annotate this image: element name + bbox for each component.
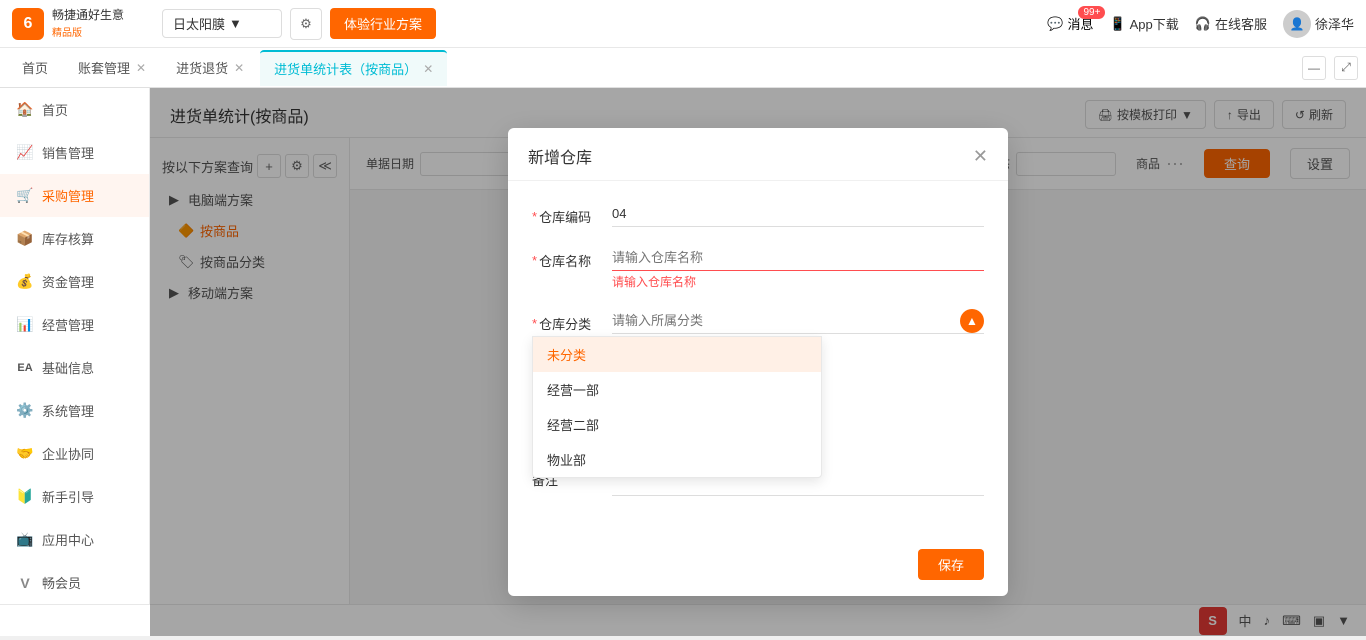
category-control: ▲ 未分类 经营一部 经营二部 物业部 xyxy=(612,308,984,334)
chevron-down-icon: ▼ xyxy=(229,16,242,31)
add-warehouse-modal: 新增仓库 ✕ * 仓库编码 xyxy=(508,128,1008,596)
dropdown-option-dept1[interactable]: 经营一部 xyxy=(533,372,821,407)
operations-icon: 📊 xyxy=(16,316,34,334)
tab-minimize-button[interactable]: — xyxy=(1302,56,1326,80)
tab-purchase-stats[interactable]: 进货单统计表（按商品） ✕ xyxy=(260,50,447,86)
store-selector[interactable]: 日太阳膜 ▼ xyxy=(162,9,282,38)
logo-area: 6 畅捷通好生意 精品版 xyxy=(12,8,162,40)
header-right: 💬 消息 99+ 📱 App下载 🎧 在线客服 👤 徐泽华 xyxy=(1047,10,1354,38)
settings-button[interactable]: ⚙ xyxy=(290,8,322,40)
modal-body: * 仓库编码 * 仓库名称 xyxy=(508,181,1008,537)
sidebar-item-guide[interactable]: 🔰 新手引导 xyxy=(0,475,149,518)
sidebar-item-membership[interactable]: V 畅会员 xyxy=(0,561,149,604)
code-field-row: * 仓库编码 xyxy=(532,201,984,227)
app-download-button[interactable]: 📱 App下载 xyxy=(1109,14,1178,33)
basic-info-icon: EA xyxy=(16,359,34,377)
avatar: 👤 xyxy=(1283,10,1311,38)
guide-icon: 🔰 xyxy=(16,488,34,506)
app-center-icon: 📺 xyxy=(16,531,34,549)
name-field-row: * 仓库名称 请输入仓库名称 xyxy=(532,245,984,290)
category-dropdown-list: 未分类 经营一部 经营二部 物业部 xyxy=(532,336,822,478)
name-label: * 仓库名称 xyxy=(532,245,612,270)
sidebar-item-basic-info[interactable]: EA 基础信息 xyxy=(0,346,149,389)
user-area[interactable]: 👤 徐泽华 xyxy=(1283,10,1354,38)
sidebar-item-system[interactable]: ⚙️ 系统管理 xyxy=(0,389,149,432)
sidebar-item-finance[interactable]: 💰 资金管理 xyxy=(0,260,149,303)
save-button[interactable]: 保存 xyxy=(918,549,984,580)
code-input[interactable] xyxy=(612,201,984,227)
sidebar-item-enterprise[interactable]: 🤝 企业协同 xyxy=(0,432,149,475)
content-area: 进货单统计(按商品) 🖨 按模板打印 ▼ ↑ 导出 ↺ 刷新 按以下方案查询 xyxy=(150,88,1366,636)
modal-title: 新增仓库 xyxy=(528,144,592,168)
logo-icon: 6 xyxy=(12,8,44,40)
modal-close-button[interactable]: ✕ xyxy=(973,146,988,167)
logo-sub: 精品版 xyxy=(52,24,124,39)
tab-accounts[interactable]: 账套管理 ✕ xyxy=(64,50,160,86)
tab-bar: 首页 账套管理 ✕ 进货退货 ✕ 进货单统计表（按商品） ✕ — ⤢ xyxy=(0,48,1366,88)
category-label: * 仓库分类 xyxy=(532,308,612,333)
tab-expand-button[interactable]: ⤢ xyxy=(1334,56,1358,80)
modal-overlay[interactable]: 新增仓库 ✕ * 仓库编码 xyxy=(150,88,1366,636)
sidebar: 🏠 首页 📈 销售管理 🛒 采购管理 📦 库存核算 💰 资金管理 📊 经营管理 … xyxy=(0,88,150,636)
sidebar-item-home[interactable]: 🏠 首页 xyxy=(0,88,149,131)
store-name: 日太阳膜 xyxy=(173,14,225,33)
sidebar-item-sales[interactable]: 📈 销售管理 xyxy=(0,131,149,174)
sidebar-item-app-center[interactable]: 📺 应用中心 xyxy=(0,518,149,561)
logo-name: 畅捷通好生意 xyxy=(52,8,124,24)
purchase-icon: 🛒 xyxy=(16,187,34,205)
trial-button[interactable]: 体验行业方案 xyxy=(330,8,436,39)
finance-icon: 💰 xyxy=(16,273,34,291)
online-service-button[interactable]: 🎧 在线客服 xyxy=(1195,14,1267,33)
dropdown-option-unclassified[interactable]: 未分类 xyxy=(533,337,821,372)
top-header: 6 畅捷通好生意 精品版 日太阳膜 ▼ ⚙ 体验行业方案 💬 消息 99+ 📱 … xyxy=(0,0,1366,48)
sales-icon: 📈 xyxy=(16,144,34,162)
tab-home[interactable]: 首页 xyxy=(8,50,62,86)
name-input[interactable] xyxy=(612,245,984,271)
main-layout: 🏠 首页 📈 销售管理 🛒 采购管理 📦 库存核算 💰 资金管理 📊 经营管理 … xyxy=(0,88,1366,636)
username: 徐泽华 xyxy=(1315,14,1354,33)
code-label: * 仓库编码 xyxy=(532,201,612,226)
header-center: 日太阳膜 ▼ ⚙ 体验行业方案 xyxy=(162,8,1047,40)
system-icon: ⚙️ xyxy=(16,402,34,420)
home-icon: 🏠 xyxy=(16,101,34,119)
modal-header: 新增仓库 ✕ xyxy=(508,128,1008,181)
enterprise-icon: 🤝 xyxy=(16,445,34,463)
dropdown-option-dept2[interactable]: 经营二部 xyxy=(533,407,821,442)
category-dropdown: ▲ 未分类 经营一部 经营二部 物业部 xyxy=(612,308,984,334)
membership-icon: V xyxy=(16,574,34,592)
tab-purchase-return[interactable]: 进货退货 ✕ xyxy=(162,50,258,86)
tab-controls: — ⤢ xyxy=(1302,56,1358,80)
category-field-row: * 仓库分类 ▲ 未分类 经营一部 经营二部 xyxy=(532,308,984,334)
notification-badge: 99+ xyxy=(1078,6,1105,19)
dropdown-option-dept3[interactable]: 物业部 xyxy=(533,442,821,477)
tab-close-purchase-return[interactable]: ✕ xyxy=(234,61,244,75)
sidebar-item-operations[interactable]: 📊 经营管理 xyxy=(0,303,149,346)
sidebar-item-purchase[interactable]: 🛒 采购管理 xyxy=(0,174,149,217)
name-control: 请输入仓库名称 xyxy=(612,245,984,290)
name-error-msg: 请输入仓库名称 xyxy=(612,273,984,290)
code-control xyxy=(612,201,984,227)
dropdown-toggle-button[interactable]: ▲ xyxy=(960,309,984,333)
inventory-icon: 📦 xyxy=(16,230,34,248)
category-input[interactable] xyxy=(612,308,984,334)
modal-footer: 保存 xyxy=(508,537,1008,596)
tab-close-accounts[interactable]: ✕ xyxy=(136,61,146,75)
sidebar-item-inventory[interactable]: 📦 库存核算 xyxy=(0,217,149,260)
notification-button[interactable]: 💬 消息 99+ xyxy=(1047,14,1093,33)
tab-close-stats[interactable]: ✕ xyxy=(423,62,433,76)
